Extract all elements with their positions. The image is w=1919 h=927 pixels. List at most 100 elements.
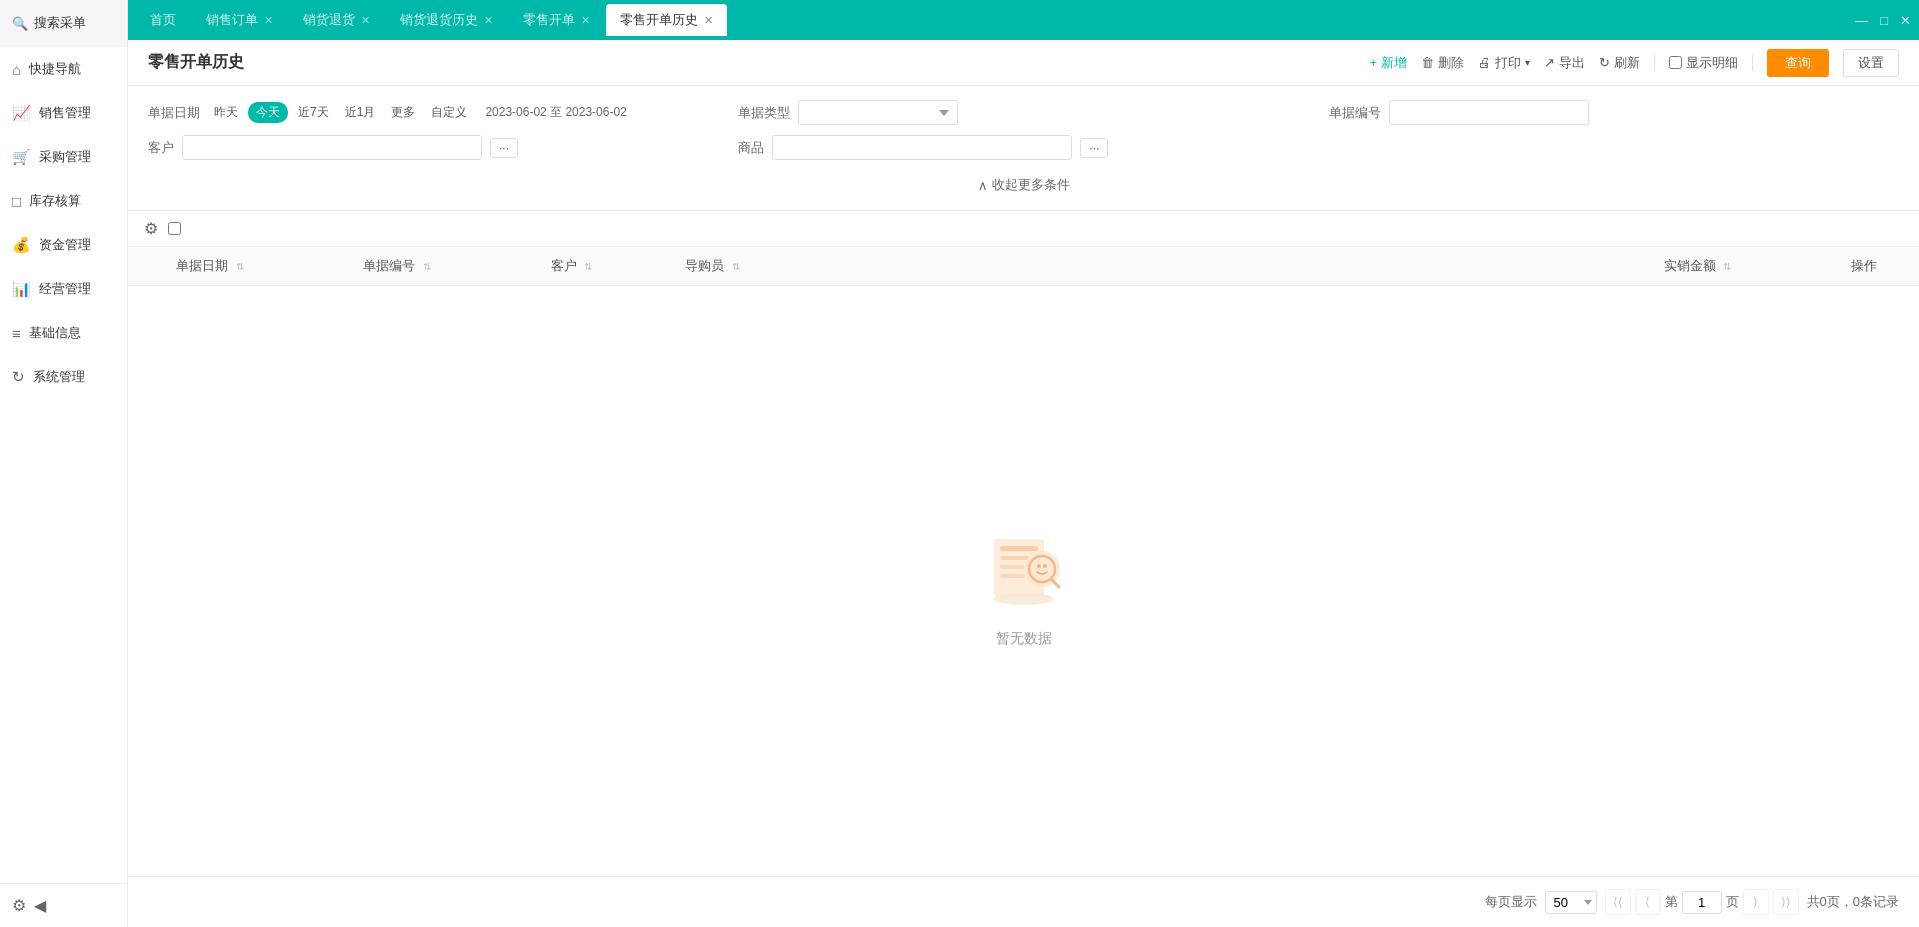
filter-area: 单据日期 昨天 今天 近7天 近1月 更多 自定义 2023-06-02 至 2… (128, 86, 1919, 211)
display-detail-checkbox[interactable] (1669, 56, 1682, 69)
select-all-checkbox[interactable] (168, 222, 181, 235)
prev-page-btn[interactable]: ⟨ (1635, 889, 1661, 915)
shortcut-today[interactable]: 今天 (248, 102, 288, 123)
date-filter-label: 单据日期 (148, 104, 200, 122)
id-filter-input[interactable] (1389, 100, 1589, 125)
delete-button[interactable]: 🗑 删除 (1421, 54, 1464, 72)
per-page-select[interactable]: 10 20 50 100 (1545, 891, 1597, 914)
first-page-btn[interactable]: ⟨⟨ (1605, 889, 1631, 915)
sidebar-item-label: 基础信息 (29, 324, 81, 342)
sidebar-item-sales-mgmt[interactable]: 📈 销售管理 (0, 91, 127, 135)
operations-icon: 📊 (12, 280, 31, 298)
th-actions-label: 操作 (1851, 258, 1877, 273)
last-page-btn[interactable]: ⟩⟩ (1773, 889, 1799, 915)
shortcut-1month[interactable]: 近1月 (339, 102, 382, 123)
date-filter-field: 单据日期 昨天 今天 近7天 近1月 更多 自定义 2023-06-02 至 2… (148, 102, 718, 123)
shortcut-more[interactable]: 更多 (385, 102, 421, 123)
type-filter-select[interactable] (798, 100, 958, 125)
refresh-button[interactable]: ↻ 刷新 (1599, 54, 1640, 72)
tab-sales-order[interactable]: 销售订单 ✕ (192, 4, 287, 36)
collapse-filter-btn[interactable]: ∧ 收起更多条件 (148, 170, 1899, 200)
th-number-sort[interactable]: ⇅ (423, 261, 431, 272)
purchase-icon: 🛒 (12, 148, 31, 166)
sidebar-item-label: 经营管理 (39, 280, 91, 298)
sidebar-item-purchase-mgmt[interactable]: 🛒 采购管理 (0, 135, 127, 179)
tab-retail-history-close[interactable]: ✕ (704, 14, 713, 27)
tab-retail-open-close[interactable]: ✕ (581, 14, 590, 27)
window-min-icon[interactable]: — (1855, 13, 1868, 28)
tab-sales-order-close[interactable]: ✕ (264, 14, 273, 27)
tab-retail-open[interactable]: 零售开单 ✕ (509, 4, 604, 36)
th-customer-label: 客户 (551, 258, 577, 273)
sidebar-item-quick-nav[interactable]: ⌂ 快捷导航 (0, 47, 127, 91)
refresh-icon: ↻ (1599, 55, 1610, 70)
window-max-icon[interactable]: □ (1880, 13, 1888, 28)
settings-button[interactable]: 设置 (1843, 49, 1899, 77)
refresh-label: 刷新 (1614, 54, 1640, 72)
column-settings-icon[interactable]: ⚙ (144, 219, 158, 238)
per-page-label: 每页显示 (1485, 893, 1537, 911)
th-select (128, 247, 164, 286)
th-actions: 操作 (1839, 247, 1919, 286)
page-total: 共0页，0条记录 (1807, 893, 1899, 911)
tab-sales-return-close[interactable]: ✕ (361, 14, 370, 27)
svg-rect-2 (1000, 546, 1038, 551)
sidebar-item-system[interactable]: ↻ 系统管理 (0, 355, 127, 399)
display-detail-check[interactable]: 显示明细 (1669, 54, 1738, 72)
sidebar-item-operations[interactable]: 📊 经营管理 (0, 267, 127, 311)
th-customer-sort[interactable]: ⇅ (584, 261, 592, 272)
shortcut-7days[interactable]: 近7天 (292, 102, 335, 123)
sidebar-item-label: 快捷导航 (29, 60, 81, 78)
sidebar-bottom: ⚙ ◀ (0, 883, 127, 927)
th-date-sort[interactable]: ⇅ (236, 261, 244, 272)
svg-point-9 (1037, 564, 1041, 568)
tab-sales-return-label: 销货退货 (303, 11, 355, 29)
export-button[interactable]: ↗ 导出 (1544, 54, 1585, 72)
sales-icon: 📈 (12, 104, 31, 122)
sidebar-item-finance[interactable]: 💰 资金管理 (0, 223, 127, 267)
tab-home[interactable]: 首页 (136, 4, 190, 36)
basic-info-icon: ≡ (12, 325, 21, 342)
add-icon: + (1369, 55, 1377, 70)
th-number: 单据编号 ⇅ (351, 247, 538, 286)
page-header: 零售开单历史 + 新增 🗑 删除 🖨 打印 ▾ ↗ 导出 (128, 40, 1919, 86)
shortcut-yesterday[interactable]: 昨天 (208, 102, 244, 123)
page-input[interactable] (1682, 891, 1722, 914)
next-page-btn[interactable]: ⟩ (1743, 889, 1769, 915)
tab-home-label: 首页 (150, 11, 176, 29)
tab-sales-return[interactable]: 销货退货 ✕ (289, 4, 384, 36)
print-button[interactable]: 🖨 打印 ▾ (1478, 54, 1530, 72)
sidebar-item-inventory[interactable]: □ 库存核算 (0, 179, 127, 223)
goods-filter-label: 商品 (738, 139, 764, 157)
th-amount-sort[interactable]: ⇅ (1723, 261, 1731, 272)
customer-ellipsis-btn[interactable]: ··· (490, 138, 518, 158)
window-close-icon[interactable]: ✕ (1900, 13, 1911, 28)
goods-ellipsis-btn[interactable]: ··· (1080, 138, 1108, 158)
th-date: 单据日期 ⇅ (164, 247, 351, 286)
toolbar-divider2 (1752, 55, 1753, 71)
page-title: 零售开单历史 (148, 52, 1369, 73)
print-dropdown-icon: ▾ (1525, 57, 1530, 68)
query-button[interactable]: 查询 (1767, 49, 1829, 77)
goods-filter-input[interactable] (772, 135, 1072, 160)
finance-icon: 💰 (12, 236, 31, 254)
customer-filter-input[interactable] (182, 135, 482, 160)
shortcut-custom[interactable]: 自定义 (425, 102, 473, 123)
filter-row-2: 客户 ··· 商品 ··· (148, 135, 1899, 160)
sidebar-search[interactable]: 🔍 搜索采单 (0, 0, 127, 47)
tab-retail-open-label: 零售开单 (523, 11, 575, 29)
tab-sales-return-history-close[interactable]: ✕ (484, 14, 493, 27)
settings-bottom-icon[interactable]: ⚙ (12, 896, 26, 915)
sidebar-item-basic-info[interactable]: ≡ 基础信息 (0, 311, 127, 355)
th-guide-sort[interactable]: ⇅ (732, 261, 740, 272)
add-button[interactable]: + 新增 (1369, 54, 1407, 72)
delete-label: 删除 (1438, 54, 1464, 72)
data-table: 单据日期 ⇅ 单据编号 ⇅ 客户 ⇅ 导购员 ⇅ (128, 247, 1919, 286)
th-number-label: 单据编号 (363, 258, 415, 273)
tab-sales-return-history[interactable]: 销货退货历史 ✕ (386, 4, 507, 36)
inventory-icon: □ (12, 193, 21, 210)
tab-retail-history[interactable]: 零售开单历史 ✕ (606, 4, 727, 36)
collapse-sidebar-icon[interactable]: ◀ (34, 896, 46, 915)
main-area: 首页 销售订单 ✕ 销货退货 ✕ 销货退货历史 ✕ 零售开单 ✕ 零售开单历史 … (128, 0, 1919, 927)
window-controls: — □ ✕ (1855, 13, 1911, 28)
